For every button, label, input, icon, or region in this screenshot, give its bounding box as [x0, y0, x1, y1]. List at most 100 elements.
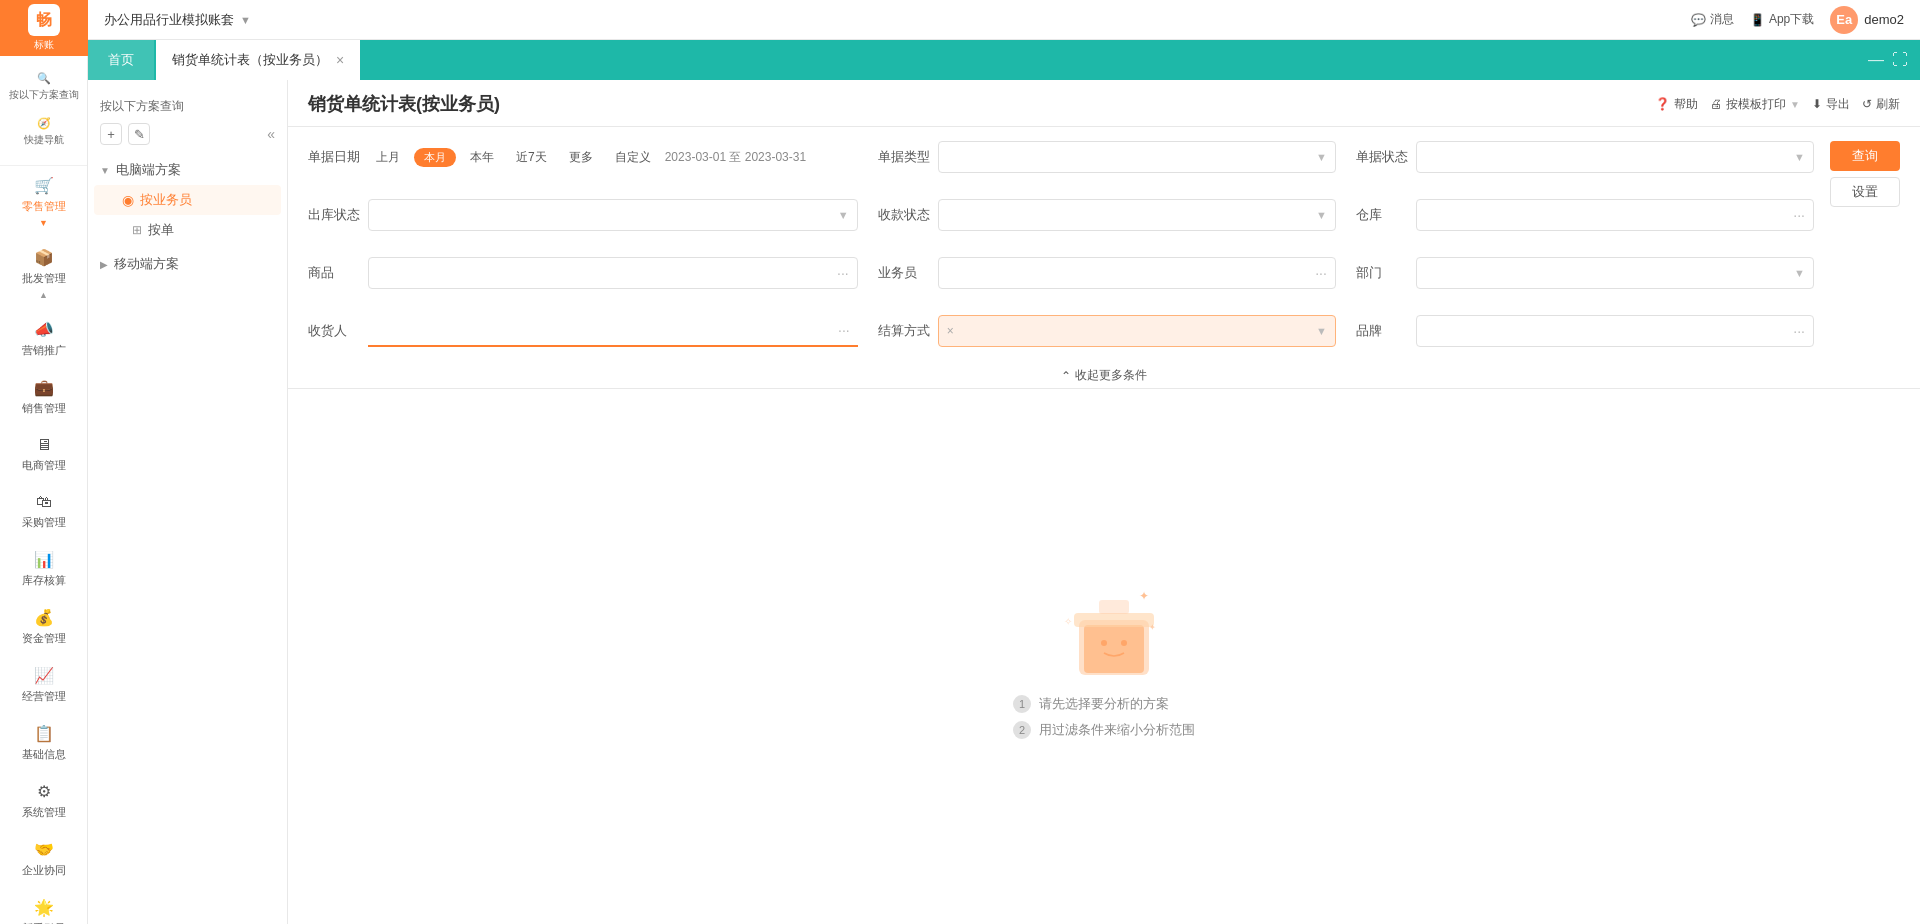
empty-hint-2: 2 用过滤条件来缩小分析范围: [1013, 721, 1195, 739]
filter-department-item: 部门 ▼: [1356, 257, 1814, 289]
department-input[interactable]: ▼: [1416, 257, 1814, 289]
tab-home[interactable]: 首页: [88, 40, 154, 80]
export-btn[interactable]: ⬇ 导出: [1812, 96, 1850, 113]
outstatus-input[interactable]: ▼: [368, 199, 858, 231]
svg-rect-2: [1074, 613, 1154, 627]
warehouse-label: 仓库: [1356, 206, 1408, 224]
sidebar-item-inventory[interactable]: 📊 库存核算: [0, 540, 87, 598]
date-prev-month-btn[interactable]: 上月: [368, 146, 408, 169]
payment-dropdown-icon: ▼: [1316, 209, 1327, 221]
date-more-btn[interactable]: 更多: [561, 146, 601, 169]
department-dropdown-icon: ▼: [1794, 267, 1805, 279]
enterprise-icon: 🤝: [34, 840, 54, 859]
filter-row-1: 单据日期 上月 本月 本年 近7天 更多 自定义 2023-03-01 至 20…: [308, 141, 1900, 347]
outstatus-dropdown-icon: ▼: [838, 209, 849, 221]
msg-btn[interactable]: 💬 消息: [1691, 11, 1734, 28]
topbar-title[interactable]: 办公用品行业模拟账套 ▼: [104, 11, 1679, 29]
search-menu-btn[interactable]: 🔍 按以下方案查询: [9, 66, 79, 107]
sidebar-item-purchase[interactable]: 🛍 采购管理: [0, 483, 87, 540]
sidebar-item-enterprise[interactable]: 🤝 企业协同: [0, 830, 87, 888]
topbar-dropdown-icon: ▼: [240, 14, 251, 26]
filter-payment-item: 收款状态 ▼: [878, 199, 1336, 231]
date-this-month-btn[interactable]: 本月: [414, 148, 456, 167]
username-label: demo2: [1864, 12, 1904, 27]
settlement-input[interactable]: × ▼: [938, 315, 1336, 347]
mobile-scheme-parent[interactable]: ▶ 移动端方案: [88, 251, 287, 277]
edit-scheme-btn[interactable]: ✎: [128, 123, 150, 145]
tab-current[interactable]: 销货单统计表（按业务员） ×: [156, 40, 360, 80]
query-btn[interactable]: 查询: [1830, 141, 1900, 171]
receiver-input[interactable]: ···: [368, 315, 858, 347]
topbar-right: 💬 消息 📱 App下载 Ea demo2: [1691, 6, 1904, 34]
retail-icon: 🛒: [34, 176, 54, 195]
date-this-year-btn[interactable]: 本年: [462, 146, 502, 169]
app-download-btn[interactable]: 📱 App下载: [1750, 11, 1814, 28]
date-custom-btn[interactable]: 自定义: [607, 146, 659, 169]
tab-maximize-btn[interactable]: ⛶: [1892, 51, 1908, 69]
sidebar-item-basic[interactable]: 📋 基础信息: [0, 714, 87, 772]
msg-icon: 💬: [1691, 13, 1706, 27]
hint-2-num: 2: [1013, 721, 1031, 739]
warehouse-input[interactable]: ···: [1416, 199, 1814, 231]
sidebar-item-finance[interactable]: 💰 资金管理: [0, 598, 87, 656]
tab-minimize-btn[interactable]: —: [1868, 51, 1884, 69]
goods-label: 商品: [308, 264, 360, 282]
print-btn[interactable]: 🖨 按模板打印 ▼: [1710, 96, 1800, 113]
sidebar-search-section: 🔍 按以下方案查询 🧭 快捷导航: [0, 56, 87, 166]
settlement-label: 结算方式: [878, 322, 930, 340]
brand-label: 品牌: [1356, 322, 1408, 340]
help-btn[interactable]: ❓ 帮助: [1655, 96, 1698, 113]
brand-input[interactable]: ···: [1416, 315, 1814, 347]
quick-nav-btn[interactable]: 🧭 快捷导航: [24, 109, 64, 155]
salesperson-input[interactable]: ···: [938, 257, 1336, 289]
hint-1-num: 1: [1013, 695, 1031, 713]
warehouse-dots: ···: [1793, 207, 1805, 223]
refresh-btn[interactable]: ↺ 刷新: [1862, 96, 1900, 113]
user-profile[interactable]: Ea demo2: [1830, 6, 1904, 34]
collapse-more-label: 收起更多条件: [1075, 367, 1147, 384]
sidebar-item-system[interactable]: ⚙ 系统管理: [0, 772, 87, 830]
by-salesperson-item[interactable]: ◉ 按业务员: [94, 185, 281, 215]
settlement-clear-btn[interactable]: ×: [947, 324, 954, 338]
newbie-icon: 🌟: [34, 898, 54, 917]
empty-state: ✦ ✧ ✦ 1 请先选择要分析的方案 2: [288, 389, 1920, 924]
sidebar-item-ecommerce[interactable]: 🖥 电商管理: [0, 426, 87, 483]
collapse-panel-btn[interactable]: «: [267, 126, 275, 142]
filter-and-actions-wrapper: 单据日期 上月 本月 本年 近7天 更多 自定义 2023-03-01 至 20…: [288, 127, 1920, 389]
empty-illustration: ✦ ✧ ✦: [1054, 575, 1154, 675]
goods-dots: ···: [837, 265, 849, 281]
empty-hint-1: 1 请先选择要分析的方案: [1013, 695, 1195, 713]
sidebar-item-newbie[interactable]: 🌟 新手引导: [0, 888, 87, 924]
filter-row-2: 出库状态 ▼ 收款状态 ▼: [308, 199, 1814, 231]
salesperson-label: 业务员: [878, 264, 930, 282]
goods-input[interactable]: ···: [368, 257, 858, 289]
tab-close-btn[interactable]: ×: [336, 53, 344, 67]
system-icon: ⚙: [37, 782, 51, 801]
help-icon: ❓: [1655, 97, 1670, 111]
sidebar: 畅 标账 🔍 按以下方案查询 🧭 快捷导航 🛒 零售管理 ▼ 📦 批发管理 ▲ …: [0, 0, 88, 924]
filter-outstatus-item: 出库状态 ▼: [308, 199, 858, 231]
refresh-icon: ↺: [1862, 97, 1872, 111]
basic-icon: 📋: [34, 724, 54, 743]
date-7days-btn[interactable]: 近7天: [508, 146, 555, 169]
sidebar-item-marketing[interactable]: 📣 营销推广: [0, 310, 87, 368]
docstatus-label: 单据状态: [1356, 148, 1408, 166]
payment-input[interactable]: ▼: [938, 199, 1336, 231]
topbar-title-text: 办公用品行业模拟账套: [104, 11, 234, 29]
docstatus-input[interactable]: ▼: [1416, 141, 1814, 173]
by-order-item[interactable]: ⊞ 按单: [88, 215, 287, 245]
sidebar-item-wholesale[interactable]: 📦 批发管理 ▲: [0, 238, 87, 310]
sidebar-item-sales[interactable]: 💼 销售管理: [0, 368, 87, 426]
collapse-icon: «: [267, 126, 275, 142]
salesperson-dots: ···: [1315, 265, 1327, 281]
settlement-dropdown-icon: ▼: [1316, 325, 1327, 337]
collapse-more-btn[interactable]: ⌃ 收起更多条件: [1061, 367, 1147, 384]
settings-btn[interactable]: 设置: [1830, 177, 1900, 207]
sidebar-item-retail[interactable]: 🛒 零售管理 ▼: [0, 166, 87, 238]
sidebar-item-operations[interactable]: 📈 经营管理: [0, 656, 87, 714]
date-label: 单据日期: [308, 148, 360, 166]
pc-scheme-parent[interactable]: ▼ 电脑端方案: [88, 155, 287, 185]
doctype-input[interactable]: ▼: [938, 141, 1336, 173]
sidebar-logo[interactable]: 畅 标账: [0, 0, 88, 56]
add-scheme-btn[interactable]: +: [100, 123, 122, 145]
